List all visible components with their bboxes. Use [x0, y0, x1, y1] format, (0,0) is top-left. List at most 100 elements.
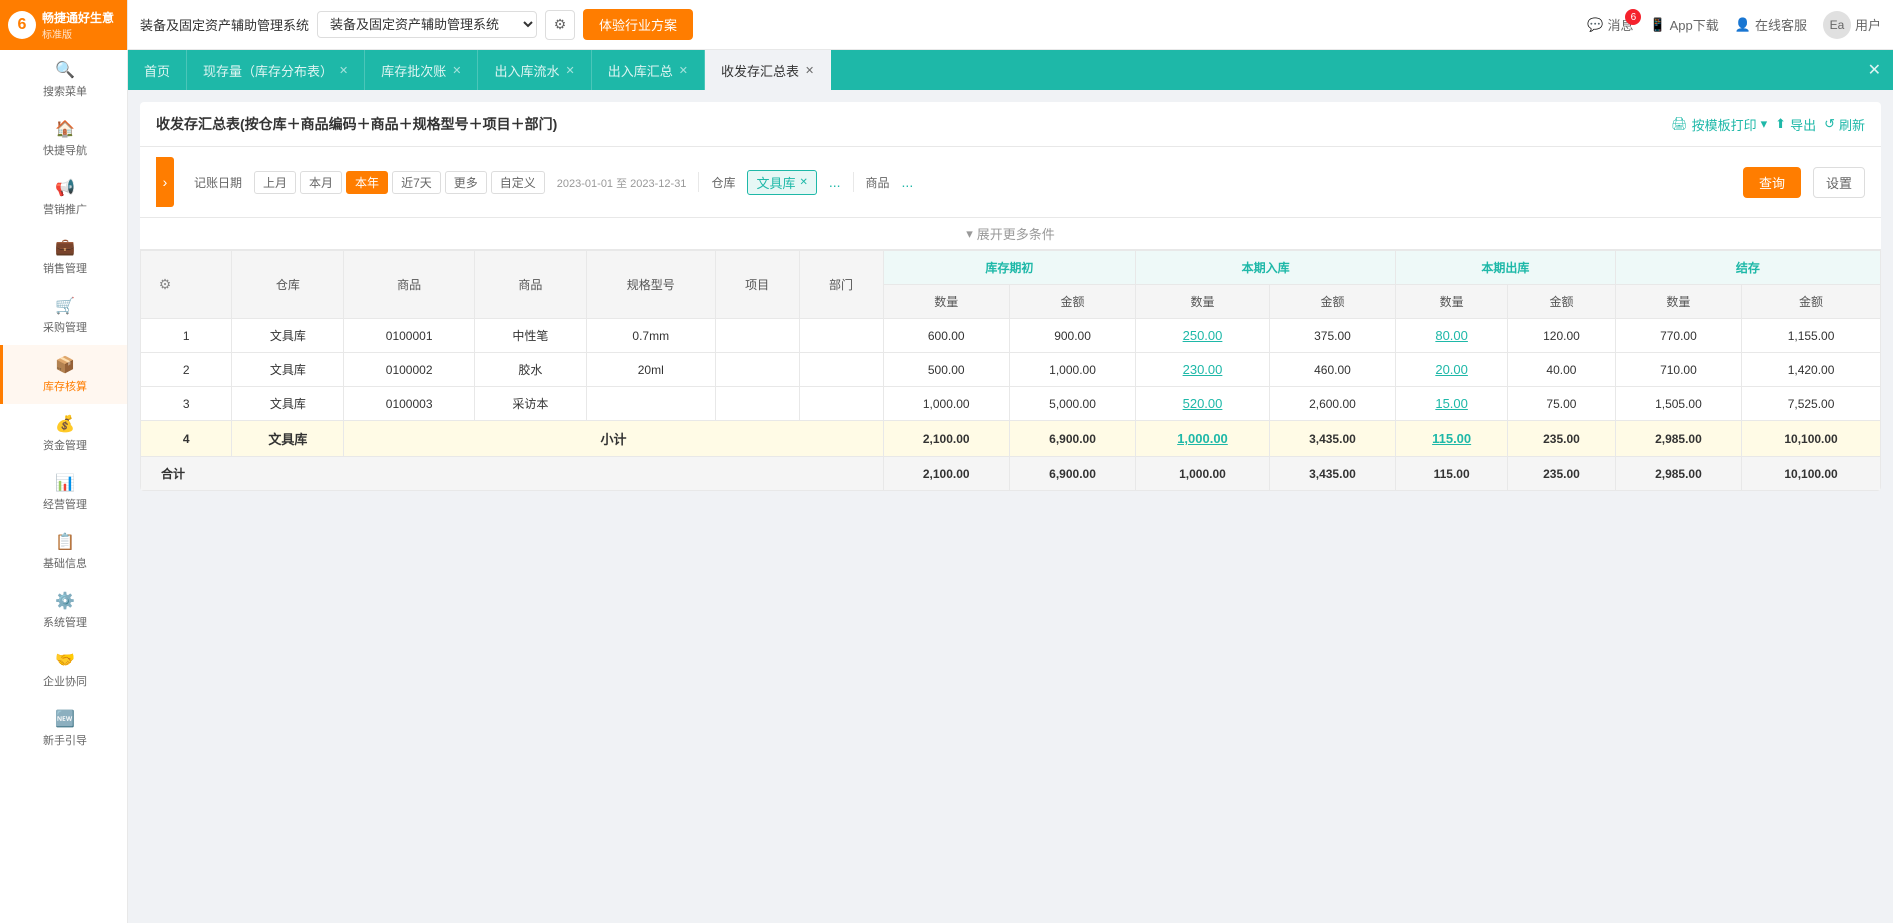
sidebar-item-marketing[interactable]: 📢 营销推广 — [0, 168, 127, 227]
date-btn-last-month[interactable]: 上月 — [254, 171, 296, 194]
subtotal-out-qty: 115.00 — [1396, 421, 1508, 457]
sidebar-item-system[interactable]: ⚙️ 系统管理 — [0, 581, 127, 640]
out-qty-link[interactable]: 80.00 — [1435, 328, 1468, 343]
cell-out-amt: 75.00 — [1508, 387, 1616, 421]
close-tab-stock-dist[interactable]: ✕ — [339, 64, 348, 77]
cell-in-qty[interactable]: 230.00 — [1136, 353, 1270, 387]
filter-expand-side-button[interactable]: › — [156, 157, 174, 207]
cell-out-qty[interactable]: 20.00 — [1396, 353, 1508, 387]
subtotal-close-amt: 10,100.00 — [1742, 421, 1881, 457]
main-content: 装备及固定资产辅助管理系统 装备及固定资产辅助管理系统 ⚙ 体验行业方案 💬 消… — [128, 0, 1893, 923]
in-qty-link[interactable]: 250.00 — [1183, 328, 1223, 343]
warehouse-more-button[interactable]: ... — [829, 174, 841, 190]
cell-out-qty[interactable]: 15.00 — [1396, 387, 1508, 421]
sidebar-item-operations[interactable]: 📊 经营管理 — [0, 463, 127, 522]
sidebar-item-finance[interactable]: 💰 资金管理 — [0, 404, 127, 463]
warehouse-tag-wenju[interactable]: 文具库 ✕ — [747, 170, 816, 195]
tab-recv-send-summary[interactable]: 收发存汇总表 ✕ — [705, 50, 831, 90]
sidebar-item-purchase[interactable]: 🛒 采购管理 — [0, 286, 127, 345]
cell-in-qty[interactable]: 520.00 — [1136, 387, 1270, 421]
in-qty-link[interactable]: 520.00 — [1183, 396, 1223, 411]
th-out-qty: 数量 — [1396, 285, 1508, 319]
expand-icon: ▾ — [966, 226, 973, 242]
in-qty-link[interactable]: 230.00 — [1183, 362, 1223, 377]
column-settings-icon[interactable]: ⚙ — [151, 271, 179, 299]
close-tab-recv-send-summary[interactable]: ✕ — [805, 64, 814, 77]
sidebar-item-base-info[interactable]: 📋 基础信息 — [0, 522, 127, 581]
sidebar-item-sales[interactable]: 💼 销售管理 — [0, 227, 127, 286]
sidebar-item-search[interactable]: 🔍 搜索菜单 — [0, 50, 127, 109]
cell-close-amt: 1,155.00 — [1742, 319, 1881, 353]
cell-open-qty: 500.00 — [883, 353, 1009, 387]
export-button[interactable]: ⬆ 导出 — [1775, 115, 1816, 134]
close-tab-inout-flow[interactable]: ✕ — [566, 64, 575, 77]
system-selector[interactable]: 装备及固定资产辅助管理系统 — [317, 11, 537, 38]
cell-warehouse: 文具库 — [232, 319, 344, 353]
date-btn-this-year[interactable]: 本年 — [346, 171, 388, 194]
print-button[interactable]: 🖨 按模板打印 ▾ — [1671, 115, 1767, 134]
tab-inout-summary[interactable]: 出入库汇总 ✕ — [592, 50, 705, 90]
cell-no: 1 — [141, 319, 232, 353]
app-download-button[interactable]: 📱 App下载 — [1649, 15, 1718, 34]
close-tab-inout-summary[interactable]: ✕ — [679, 64, 688, 77]
user-button[interactable]: Ea 用户 — [1823, 11, 1881, 39]
date-btn-this-month[interactable]: 本月 — [300, 171, 342, 194]
tab-inout-flow[interactable]: 出入库流水 ✕ — [478, 50, 591, 90]
subtotal-in-amt: 3,435.00 — [1269, 421, 1395, 457]
tab-stock-dist[interactable]: 现存量（库存分布表） ✕ — [187, 50, 365, 90]
th-goods-name: 商品 — [474, 251, 586, 319]
filter-divider-2 — [853, 172, 854, 192]
data-table-wrapper: ⚙ 仓库 商品 商品 规格型号 项目 部门 库存期初 本期入库 本期出库 结存 — [140, 250, 1881, 491]
sidebar-item-quick-nav[interactable]: 🏠 快捷导航 — [0, 109, 127, 168]
cell-dept — [799, 387, 883, 421]
filter-divider-1 — [698, 172, 699, 192]
cell-spec: 20ml — [586, 353, 715, 387]
finance-icon: 💰 — [55, 414, 75, 434]
close-tab-batch-ledger[interactable]: ✕ — [452, 64, 461, 77]
date-btn-custom[interactable]: 自定义 — [491, 171, 545, 194]
sidebar-item-inventory[interactable]: 📦 库存核算 — [0, 345, 127, 404]
date-btn-7days[interactable]: 近7天 — [392, 171, 441, 194]
tab-home[interactable]: 首页 — [128, 50, 187, 90]
online-service-button[interactable]: 👤 在线客服 — [1735, 15, 1807, 34]
goods-label: 商品 — [866, 174, 890, 191]
refresh-button[interactable]: ↺ 刷新 — [1824, 115, 1865, 134]
goods-more-button[interactable]: ... — [902, 174, 914, 190]
subtotal-row: 4 文具库 小计 2,100.00 6,900.00 1,000.00 3,43… — [141, 421, 1881, 457]
sidebar-item-enterprise[interactable]: 🤝 企业协同 — [0, 640, 127, 699]
sidebar-nav: 🔍 搜索菜单 🏠 快捷导航 📢 营销推广 💼 销售管理 🛒 采购管理 📦 库存核… — [0, 50, 127, 923]
settings-gear-button[interactable]: ⚙ — [545, 10, 575, 40]
table-footer: 合计 2,100.00 6,900.00 1,000.00 3,435.00 1… — [141, 457, 1881, 491]
out-qty-link[interactable]: 15.00 — [1435, 396, 1468, 411]
footer-in-qty: 1,000.00 — [1136, 457, 1270, 491]
subtotal-in-qty-link[interactable]: 1,000.00 — [1177, 431, 1228, 446]
cell-in-amt: 375.00 — [1269, 319, 1395, 353]
cell-close-qty: 770.00 — [1615, 319, 1741, 353]
cell-out-qty[interactable]: 80.00 — [1396, 319, 1508, 353]
sales-icon: 💼 — [55, 237, 75, 257]
table-row: 3 文具库 0100003 采访本 1,000.00 5,000.00 520.… — [141, 387, 1881, 421]
date-btn-more[interactable]: 更多 — [445, 171, 487, 194]
app-logo-text: 畅捷通好生意 标准版 — [42, 9, 114, 41]
trial-button[interactable]: 体验行业方案 — [583, 9, 693, 40]
remove-warehouse-tag-icon[interactable]: ✕ — [799, 177, 807, 188]
close-all-tabs-button[interactable]: ✕ — [1856, 60, 1893, 80]
query-button[interactable]: 查询 — [1743, 167, 1801, 198]
setting-button[interactable]: 设置 — [1813, 167, 1865, 198]
sidebar-item-new-guide[interactable]: 🆕 新手引导 — [0, 699, 127, 758]
cell-open-amt: 5,000.00 — [1009, 387, 1135, 421]
purchase-icon: 🛒 — [55, 296, 75, 316]
expand-more-conditions-button[interactable]: ▾ 展开更多条件 — [140, 218, 1881, 250]
footer-open-qty: 2,100.00 — [883, 457, 1009, 491]
message-button[interactable]: 💬 消息 6 — [1587, 15, 1633, 34]
cell-code: 0100002 — [344, 353, 475, 387]
th-goods-code: 商品 — [344, 251, 475, 319]
cell-in-amt: 2,600.00 — [1269, 387, 1395, 421]
subtotal-out-qty-link[interactable]: 115.00 — [1432, 431, 1471, 446]
page-header: 收发存汇总表(按仓库＋商品编码＋商品＋规格型号＋项目＋部门) 🖨 按模板打印 ▾… — [140, 102, 1881, 147]
tab-batch-ledger[interactable]: 库存批次账 ✕ — [365, 50, 478, 90]
th-in-qty: 数量 — [1136, 285, 1270, 319]
cell-open-amt: 1,000.00 — [1009, 353, 1135, 387]
out-qty-link[interactable]: 20.00 — [1435, 362, 1468, 377]
cell-in-qty[interactable]: 250.00 — [1136, 319, 1270, 353]
